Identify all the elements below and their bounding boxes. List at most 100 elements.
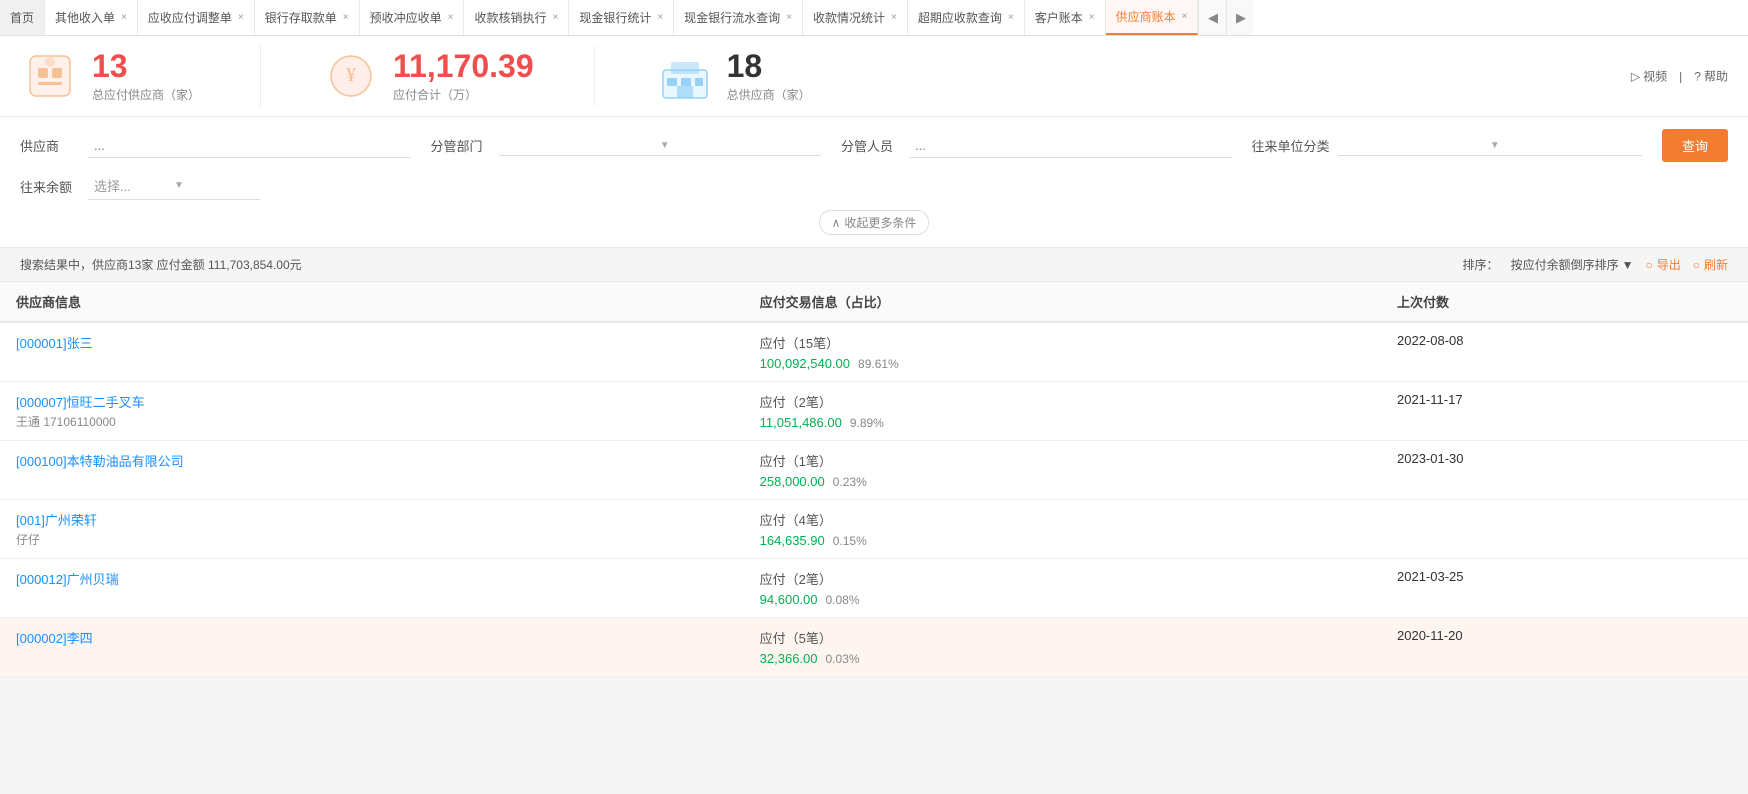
- amount-link[interactable]: 32,366.00: [760, 651, 818, 666]
- search-button[interactable]: 查询: [1662, 129, 1728, 162]
- supplier-link[interactable]: [000007]恒旺二手叉车: [16, 395, 145, 410]
- dept-filter-label: 分管部门: [431, 136, 491, 155]
- nav-prev-arrow[interactable]: ◀: [1198, 0, 1226, 36]
- video-icon: ▷: [1631, 69, 1640, 83]
- close-collect-stat-tab[interactable]: ×: [891, 12, 897, 23]
- stats-bar: 13 总应付供应商（家） ¥ 11,170.39 应付合计（万）: [0, 36, 1748, 117]
- filter-row-2: 往来余额 选择... ▼: [20, 172, 1728, 200]
- table-row: [000001]张三应付（15笔）100,092,540.0089.61%202…: [0, 322, 1748, 382]
- sort-select[interactable]: 按应付余额倒序排序 ▼: [1511, 256, 1634, 273]
- nav-tab-customer[interactable]: 客户账本 ×: [1025, 0, 1106, 35]
- balance-filter: 往来余额 选择... ▼: [20, 172, 260, 200]
- table-row: [000012]广州贝瑞 应付（2笔） 94,600.00 0.08% 2021-03-…: [0, 559, 1748, 618]
- supplier-info-cell: [000001]张三: [0, 322, 744, 382]
- amount-pct: 0.15%: [833, 534, 867, 548]
- supplier-input[interactable]: [88, 134, 411, 158]
- amount-pct: 89.61%: [858, 357, 899, 371]
- close-cash-stat-tab[interactable]: ×: [657, 12, 663, 23]
- payable-suppliers-icon: [20, 46, 80, 106]
- table-body: [000001]张三应付（15笔）100,092,540.0089.61%202…: [0, 322, 1748, 677]
- supplier-sub-info: 王通 17106110000: [16, 413, 728, 430]
- table-row: [001]广州荣轩仔仔应付（4笔）164,635.900.15%: [0, 500, 1748, 559]
- supplier-link[interactable]: [001]广州荣轩: [16, 513, 97, 528]
- help-video-link[interactable]: ▷ 视频: [1631, 68, 1667, 85]
- trans-info-cell: 应付（2笔）11,051,486.009.89%: [744, 382, 1381, 441]
- nav-tab-collect-verify[interactable]: 收款核销执行 ×: [464, 0, 569, 35]
- nav-tab-cash-stat[interactable]: 现金银行统计 ×: [569, 0, 674, 35]
- supplier-filter: 供应商: [20, 134, 411, 158]
- supplier-filter-label: 供应商: [20, 136, 80, 155]
- col-supplier-info: 供应商信息: [0, 282, 744, 322]
- table-row: [000002]李四应付（5笔）32,366.000.03%2020-11-20: [0, 618, 1748, 677]
- nav-tab-overdue[interactable]: 超期应收款查询 ×: [908, 0, 1025, 35]
- close-customer-tab[interactable]: ×: [1089, 12, 1095, 23]
- amount-pct: 0.23%: [833, 475, 867, 489]
- nav-tab-cash-flow[interactable]: 现金银行流水查询 ×: [674, 0, 803, 35]
- nav-tab-ar-adjust[interactable]: 应收应付调整单 ×: [138, 0, 255, 35]
- amount-pct: 0.08%: [826, 593, 860, 607]
- nav-tab-collect-stat[interactable]: 收款情况统计 ×: [803, 0, 908, 35]
- refresh-button[interactable]: ○ 刷新: [1693, 256, 1728, 273]
- supplier-link[interactable]: [000100]本特勒油品有限公司: [16, 454, 184, 469]
- supplier-table: 供应商信息 应付交易信息（占比） 上次付数 [000001]张三应付（15笔）1…: [0, 282, 1748, 677]
- balance-select[interactable]: 选择... ▼: [88, 172, 260, 200]
- trans-info-cell: 应付（5笔）32,366.000.03%: [744, 618, 1381, 677]
- amount-link[interactable]: 11,051,486.00: [760, 415, 842, 430]
- close-bank-tab[interactable]: ×: [343, 12, 349, 23]
- last-pay-cell: 2022-08-08: [1381, 322, 1748, 382]
- stat-help-area: ▷ 视频 | ? 帮助: [1631, 68, 1728, 85]
- close-overdue-tab[interactable]: ×: [1008, 12, 1014, 23]
- balance-dropdown-icon: ▼: [174, 180, 254, 191]
- svg-text:¥: ¥: [346, 64, 356, 86]
- balance-placeholder: 选择...: [94, 176, 174, 195]
- close-other-tab[interactable]: ×: [121, 12, 127, 23]
- category-select[interactable]: ▼: [1338, 136, 1642, 156]
- nav-next-arrow[interactable]: ▶: [1226, 0, 1254, 36]
- nav-tab-bank[interactable]: 银行存取款单 ×: [255, 0, 360, 35]
- stat-divider-2: [594, 46, 595, 106]
- export-icon: ○: [1645, 258, 1652, 272]
- close-cash-flow-tab[interactable]: ×: [786, 12, 792, 23]
- close-ar-adjust-tab[interactable]: ×: [238, 12, 244, 23]
- trans-info-cell: 应付（4笔）164,635.900.15%: [744, 500, 1381, 559]
- supplier-info-cell: [001]广州荣轩仔仔: [0, 500, 744, 559]
- last-pay-cell: 2021-03-25: [1381, 559, 1748, 618]
- amount-link[interactable]: 164,635.90: [760, 533, 825, 548]
- collapse-button[interactable]: ∧ 收起更多条件: [819, 210, 930, 235]
- trans-label: 应付: [760, 513, 786, 528]
- trans-count: （2笔）: [786, 572, 832, 587]
- supplier-link[interactable]: [000012]广州贝瑞: [16, 572, 119, 587]
- amount-pct: 9.89%: [850, 416, 884, 430]
- stat-total-suppliers: 18 总供应商（家）: [655, 46, 811, 106]
- close-collect-tab[interactable]: ×: [552, 12, 558, 23]
- amount-link[interactable]: 100,092,540.00: [760, 356, 850, 371]
- dept-dropdown-icon: ▼: [660, 140, 815, 151]
- help-doc-link[interactable]: ? 帮助: [1694, 68, 1728, 85]
- trans-info-cell: 应付（2笔） 94,600.00 0.08%: [744, 559, 1381, 618]
- col-last-pay: 上次付数: [1381, 282, 1748, 322]
- amount-link[interactable]: 94,600.00: [760, 592, 818, 607]
- person-filter-label: 分管人员: [841, 136, 901, 155]
- dept-select[interactable]: ▼: [499, 136, 822, 156]
- nav-tab-home[interactable]: 首页: [0, 0, 45, 35]
- close-advance-tab[interactable]: ×: [448, 12, 454, 23]
- supplier-info-cell: [000002]李四: [0, 618, 744, 677]
- balance-filter-label: 往来余额: [20, 177, 80, 196]
- nav-tab-other[interactable]: 其他收入单 ×: [45, 0, 138, 35]
- nav-tab-advance[interactable]: 预收冲应收单 ×: [360, 0, 465, 35]
- table-row: [000100]本特勒油品有限公司应付（1笔）258,000.000.23%20…: [0, 441, 1748, 500]
- supplier-sub-info: 仔仔: [16, 531, 728, 548]
- trans-label: 应付: [760, 572, 786, 587]
- stat-payable-suppliers: 13 总应付供应商（家）: [20, 46, 200, 106]
- filter-row-1: 供应商 分管部门 ▼ 分管人员 往来单位分类 ▼ 查询: [20, 129, 1728, 162]
- close-supplier-tab[interactable]: ×: [1182, 11, 1188, 22]
- nav-tab-supplier[interactable]: 供应商账本 ×: [1106, 0, 1199, 35]
- data-table-wrap: 供应商信息 应付交易信息（占比） 上次付数 [000001]张三应付（15笔）1…: [0, 282, 1748, 677]
- results-summary: 搜索结果中，供应商13家 应付金额 111,703,854.00元: [20, 256, 302, 273]
- amount-link[interactable]: 258,000.00: [760, 474, 825, 489]
- trans-label: 应付: [760, 395, 786, 410]
- supplier-link[interactable]: [000002]李四: [16, 631, 93, 646]
- person-input[interactable]: [909, 134, 1232, 158]
- export-button[interactable]: ○ 导出: [1645, 256, 1680, 273]
- supplier-link[interactable]: [000001]张三: [16, 336, 93, 351]
